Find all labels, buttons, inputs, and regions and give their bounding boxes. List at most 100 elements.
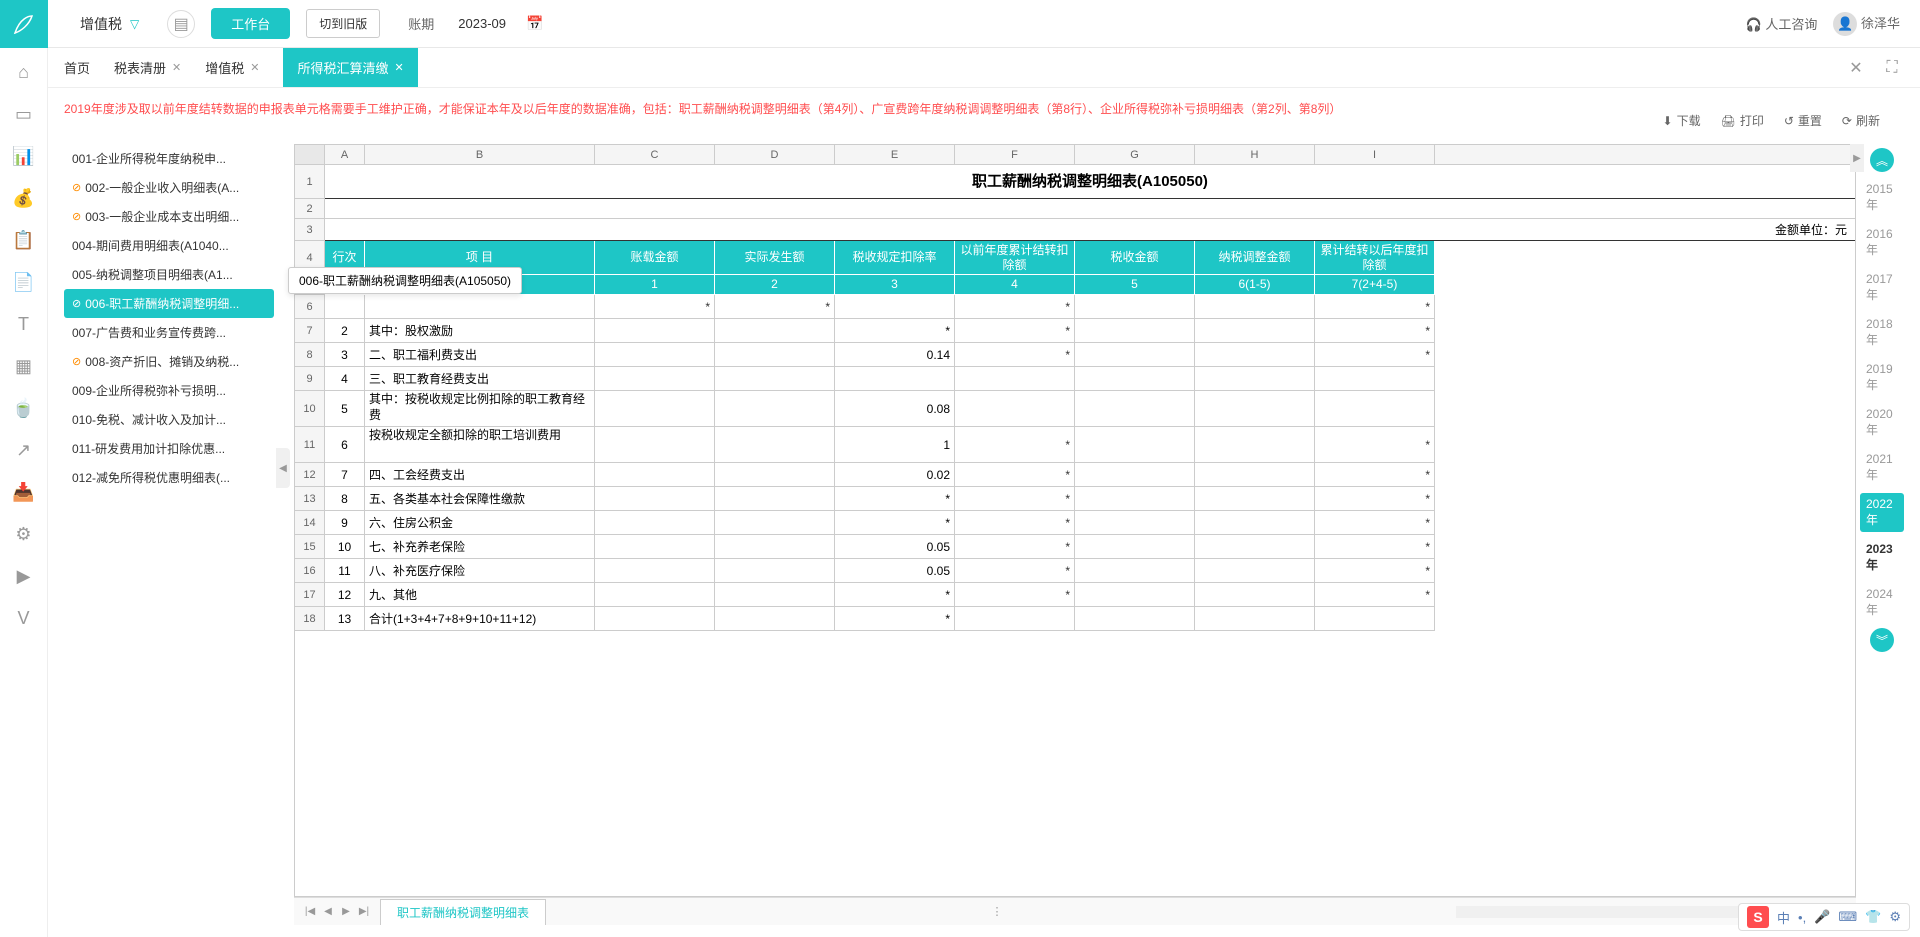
row-header[interactable]: 7 [295, 319, 325, 343]
col-header[interactable]: H [1195, 145, 1315, 164]
v-icon[interactable]: V [12, 606, 36, 630]
year-item[interactable]: 2015年 [1860, 178, 1904, 217]
report-list-item[interactable]: 010-免税、减计收入及加计... [64, 405, 274, 434]
data-cell[interactable] [1075, 487, 1195, 511]
col-header[interactable]: E [835, 145, 955, 164]
collapse-handle[interactable]: ◀ [276, 448, 290, 488]
bag-icon[interactable]: 💰 [12, 186, 36, 210]
close-icon[interactable]: ✕ [395, 61, 404, 74]
data-cell[interactable]: * [955, 535, 1075, 559]
data-cell[interactable]: * [955, 463, 1075, 487]
row-header[interactable]: 17 [295, 583, 325, 607]
year-item[interactable]: 2022年 [1860, 493, 1904, 532]
row-header[interactable]: 8 [295, 343, 325, 367]
report-list-item[interactable]: ⊘003-一般企业成本支出明细... [64, 202, 274, 231]
data-cell[interactable] [835, 367, 955, 391]
grid-icon[interactable]: ▦ [12, 354, 36, 378]
data-cell[interactable]: 0.02 [835, 463, 955, 487]
data-cell[interactable]: 二、职工福利费支出 [365, 343, 595, 367]
report-list-item[interactable]: 009-企业所得税弥补亏损明... [64, 376, 274, 405]
data-cell[interactable]: * [1315, 511, 1435, 535]
col-header[interactable]: B [365, 145, 595, 164]
data-cell[interactable]: * [595, 295, 715, 319]
ime-punct[interactable]: •, [1798, 910, 1806, 925]
data-cell[interactable] [715, 607, 835, 631]
data-cell[interactable] [595, 487, 715, 511]
doc-icon-button[interactable]: ▤ [167, 10, 195, 38]
calendar-icon[interactable]: 📅 [526, 15, 543, 32]
data-cell[interactable] [1195, 391, 1315, 427]
data-cell[interactable] [715, 319, 835, 343]
report-list-item[interactable]: 004-期间费用明细表(A1040... [64, 231, 274, 260]
row-header[interactable]: 10 [295, 391, 325, 427]
tab-expand-icon[interactable]: ⛶ [1880, 56, 1904, 80]
data-cell[interactable] [595, 583, 715, 607]
data-cell[interactable]: 四、工会经费支出 [365, 463, 595, 487]
refresh-button[interactable]: ⟳刷新 [1842, 112, 1880, 129]
data-cell[interactable]: 10 [325, 535, 365, 559]
data-cell[interactable]: 五、各类基本社会保障性缴款 [365, 487, 595, 511]
data-cell[interactable] [715, 535, 835, 559]
data-cell[interactable] [1075, 535, 1195, 559]
clipboard-icon[interactable]: 📋 [12, 228, 36, 252]
data-cell[interactable]: * [835, 319, 955, 343]
data-cell[interactable]: 七、补充养老保险 [365, 535, 595, 559]
report-list-item[interactable]: 007-广告费和业务宣传费跨... [64, 318, 274, 347]
data-cell[interactable] [1195, 583, 1315, 607]
layers-icon[interactable]: ▭ [12, 102, 36, 126]
data-cell[interactable]: 11 [325, 559, 365, 583]
row-header[interactable]: 9 [295, 367, 325, 391]
spreadsheet[interactable]: A B C D E F G H I 1职工薪酬纳税调整明细表(A105050)2… [294, 144, 1856, 897]
data-cell[interactable]: * [1315, 487, 1435, 511]
row-header[interactable]: 18 [295, 607, 325, 631]
download-button[interactable]: ⬇下载 [1663, 112, 1701, 129]
data-cell[interactable]: 12 [325, 583, 365, 607]
data-cell[interactable]: 合计(1+3+4+7+8+9+10+11+12) [365, 607, 595, 631]
data-cell[interactable]: 九、其他 [365, 583, 595, 607]
data-cell[interactable]: * [955, 319, 1075, 343]
data-cell[interactable] [595, 511, 715, 535]
data-cell[interactable]: 3 [325, 343, 365, 367]
data-cell[interactable] [1075, 463, 1195, 487]
data-cell[interactable] [715, 427, 835, 463]
data-cell[interactable] [1315, 607, 1435, 631]
old-version-button[interactable]: 切到旧版 [306, 9, 380, 38]
row-header[interactable]: 6 [295, 295, 325, 319]
year-item[interactable]: 2018年 [1860, 313, 1904, 352]
data-cell[interactable] [955, 391, 1075, 427]
print-button[interactable]: 🖨打印 [1721, 112, 1764, 129]
data-cell[interactable]: * [1315, 559, 1435, 583]
row-header[interactable]: 14 [295, 511, 325, 535]
data-cell[interactable] [595, 535, 715, 559]
data-cell[interactable]: * [955, 343, 1075, 367]
data-cell[interactable] [1075, 559, 1195, 583]
data-cell[interactable]: 按税收规定全额扣除的职工培训费用 [365, 427, 595, 463]
data-cell[interactable] [595, 559, 715, 583]
text-icon[interactable]: T [12, 312, 36, 336]
data-cell[interactable] [595, 391, 715, 427]
data-cell[interactable] [715, 391, 835, 427]
data-cell[interactable]: 0.05 [835, 535, 955, 559]
col-header[interactable]: I [1315, 145, 1435, 164]
ime-keyboard-icon[interactable]: ⌨ [1838, 909, 1857, 925]
tab-item[interactable]: 首页 [64, 48, 90, 87]
app-logo[interactable] [0, 0, 48, 48]
period-value[interactable]: 2023-09 [458, 16, 506, 31]
data-cell[interactable] [595, 367, 715, 391]
data-cell[interactable]: 0.08 [835, 391, 955, 427]
report-list-item[interactable]: ⊘006-职工薪酬纳税调整明细... [64, 289, 274, 318]
row-header[interactable]: 15 [295, 535, 325, 559]
col-header[interactable]: A [325, 145, 365, 164]
data-cell[interactable] [1195, 367, 1315, 391]
row-header[interactable]: 12 [295, 463, 325, 487]
sheet-nav-next[interactable]: ▶ [338, 904, 354, 920]
play-icon[interactable]: ▶ [12, 564, 36, 588]
tax-icon[interactable]: 🍵 [12, 396, 36, 420]
sheet-nav-last[interactable]: ▶| [356, 904, 372, 920]
year-item[interactable]: 2020年 [1860, 403, 1904, 442]
year-item[interactable]: 2023年 [1860, 538, 1904, 577]
data-cell[interactable] [715, 367, 835, 391]
data-cell[interactable] [1195, 319, 1315, 343]
data-cell[interactable] [715, 463, 835, 487]
ime-settings-icon[interactable]: ⚙ [1889, 909, 1901, 925]
